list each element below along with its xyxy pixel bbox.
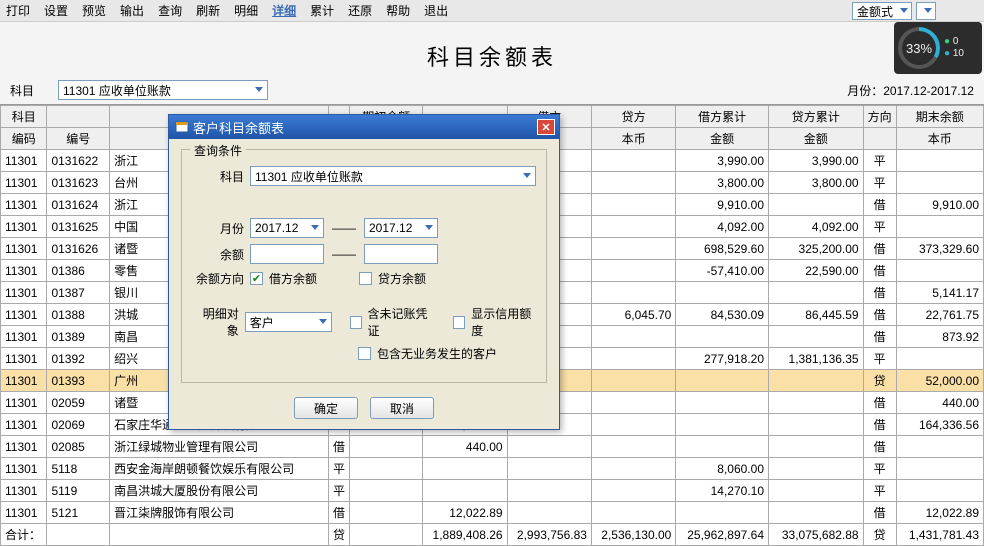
menu-item[interactable]: 明细 <box>234 2 258 19</box>
column-header[interactable]: 本币 <box>896 128 983 150</box>
credit-balance-label: 贷方余额 <box>378 270 426 287</box>
progress-ring: 33% <box>898 27 940 69</box>
column-header[interactable]: 编号 <box>47 128 110 150</box>
creditline-checkbox[interactable] <box>453 316 465 329</box>
month-to-select[interactable]: 2017.12 <box>364 218 438 238</box>
period-label: 月份：2017.12-2017.12 <box>847 82 974 99</box>
credit-balance-checkbox[interactable] <box>359 272 372 285</box>
month-label: 月份 <box>192 220 244 237</box>
unposted-checkbox[interactable] <box>350 316 362 329</box>
table-row[interactable]: 113015121晋江柒牌服饰有限公司借12,022.89借12,022.89 <box>1 502 984 524</box>
debit-balance-checkbox[interactable]: ✔ <box>250 272 263 285</box>
ok-button[interactable]: 确定 <box>294 397 358 419</box>
account-icon <box>175 120 189 134</box>
menu-item[interactable]: 退出 <box>424 2 448 19</box>
balance-to-input[interactable] <box>364 244 438 264</box>
fieldset-legend: 查询条件 <box>190 142 246 159</box>
menu-item[interactable]: 打印 <box>6 2 30 19</box>
dialog-title-text: 客户科目余额表 <box>193 118 284 137</box>
column-header[interactable]: 编码 <box>1 128 47 150</box>
dialog-titlebar[interactable]: 客户科目余额表 ✕ <box>169 115 559 139</box>
detail-object-select[interactable]: 客户 <box>245 312 332 332</box>
page-title: 科目余额表 <box>0 40 984 72</box>
column-header[interactable]: 期末余额 <box>896 106 983 128</box>
column-header[interactable]: 贷方累计 <box>769 106 864 128</box>
menu-item[interactable]: 输出 <box>120 2 144 19</box>
column-header[interactable]: 方向 <box>863 106 896 128</box>
menu-bar: 打印设置预览输出查询刷新明细详细累计还原帮助退出 <box>0 0 984 22</box>
month-from-select[interactable]: 2017.12 <box>250 218 324 238</box>
column-header[interactable]: 借方累计 <box>676 106 769 128</box>
debit-balance-label: 借方余额 <box>269 270 317 287</box>
subject-label: 科目 <box>192 168 244 185</box>
nobiz-checkbox[interactable] <box>358 347 371 360</box>
menu-item[interactable]: 查询 <box>158 2 182 19</box>
menu-item[interactable]: 累计 <box>310 2 334 19</box>
menu-item[interactable]: 刷新 <box>196 2 220 19</box>
aux-select[interactable] <box>916 2 936 20</box>
balance-label: 余额 <box>192 246 244 263</box>
range-sep: —— <box>330 221 358 235</box>
subject-filter-select[interactable]: 11301 应收单位账款 <box>58 80 268 100</box>
column-header[interactable]: 本币 <box>591 128 675 150</box>
subject-select[interactable]: 11301 应收单位账款 <box>250 166 536 186</box>
nobiz-label: 包含无业务发生的客户 <box>377 345 497 362</box>
column-header[interactable] <box>47 106 110 128</box>
close-icon[interactable]: ✕ <box>537 119 555 135</box>
menu-item[interactable]: 帮助 <box>386 2 410 19</box>
menu-item[interactable]: 预览 <box>82 2 106 19</box>
column-header[interactable]: 金额 <box>769 128 864 150</box>
menu-item[interactable]: 还原 <box>348 2 372 19</box>
column-header[interactable]: 金额 <box>676 128 769 150</box>
column-header[interactable]: 贷方 <box>591 106 675 128</box>
unposted-label: 含未记账凭证 <box>368 305 433 339</box>
cancel-button[interactable]: 取消 <box>370 397 434 419</box>
column-header[interactable]: 科目 <box>1 106 47 128</box>
menu-item[interactable]: 详细 <box>272 2 296 19</box>
amount-mode-select[interactable]: 金额式 <box>852 2 912 20</box>
table-row[interactable]: 1130102085浙江绿城物业管理有限公司借440.00借 <box>1 436 984 458</box>
query-dialog: 客户科目余额表 ✕ 查询条件 科目 11301 应收单位账款 月份 2017.1… <box>168 114 560 430</box>
filter-label: 科目 <box>10 82 58 99</box>
column-header[interactable] <box>863 128 896 150</box>
detail-label: 明细对象 <box>192 305 239 339</box>
table-row[interactable]: 113015118西安金海岸朗顿餐饮娱乐有限公司平8,060.00平 <box>1 458 984 480</box>
creditline-label: 显示信用额度 <box>471 305 536 339</box>
perf-widget: 33% ● 0 ● 10 <box>894 22 982 74</box>
menu-item[interactable]: 设置 <box>44 2 68 19</box>
baldir-label: 余额方向 <box>192 270 244 287</box>
balance-from-input[interactable] <box>250 244 324 264</box>
table-row[interactable]: 113015119南昌洪城大厦股份有限公司平14,270.10平 <box>1 480 984 502</box>
